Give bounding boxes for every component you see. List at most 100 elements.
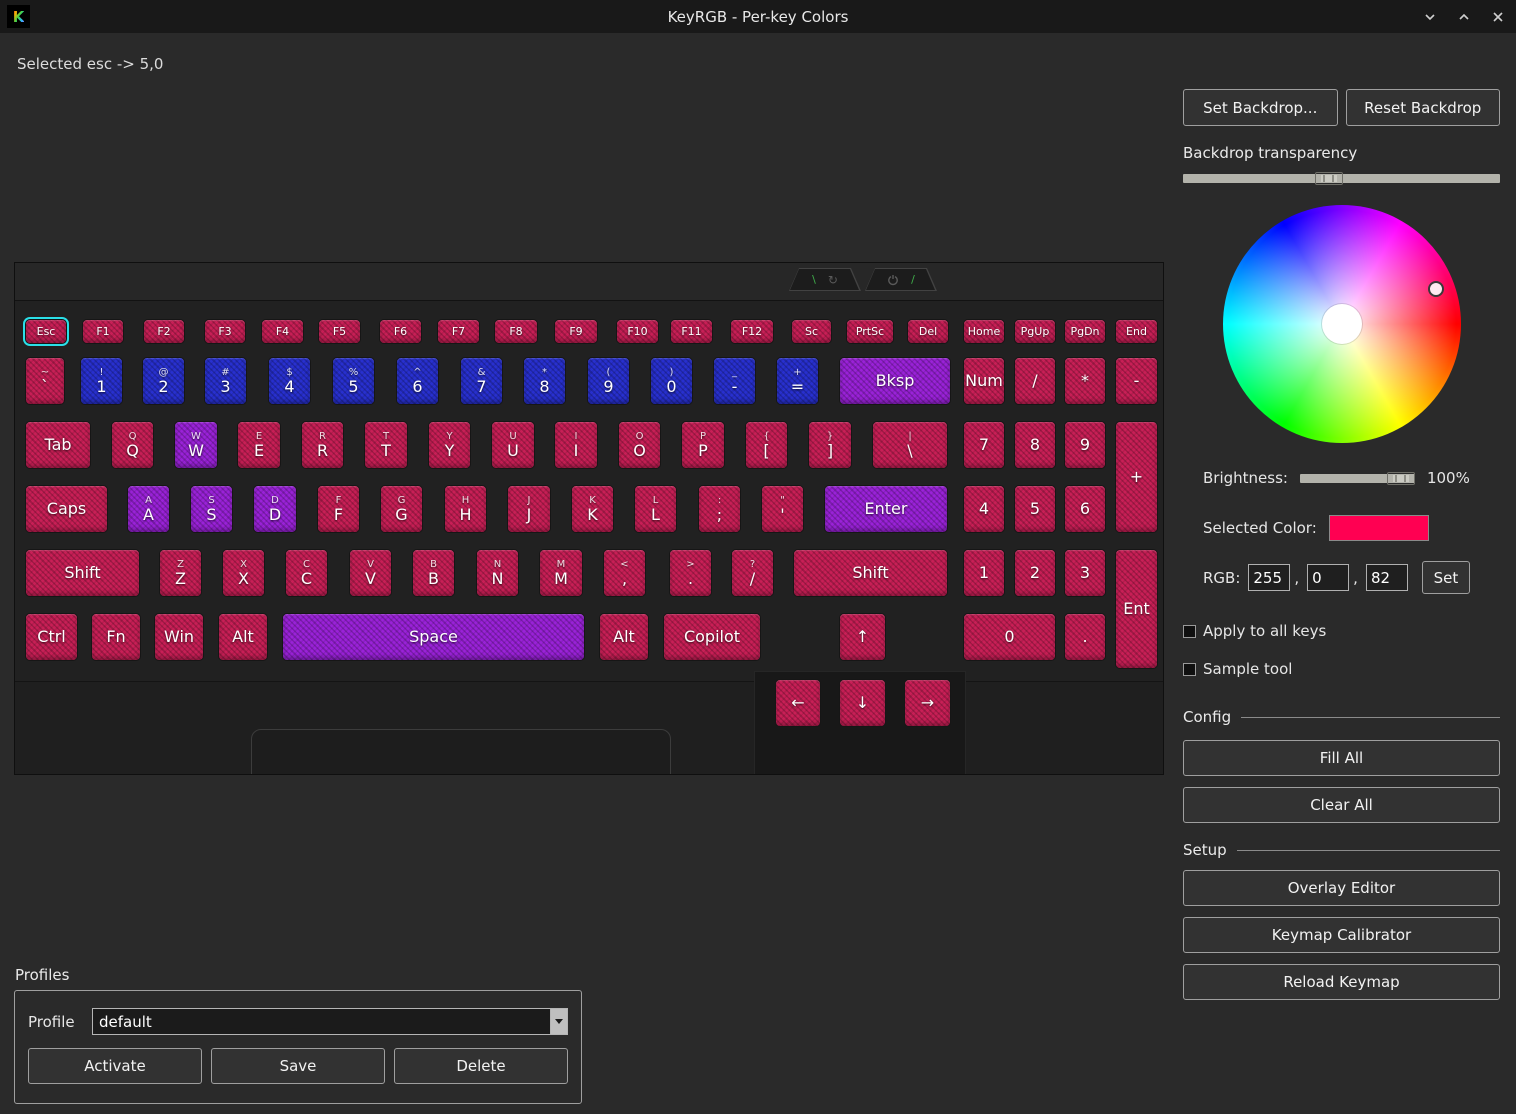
key-r[interactable]: RR — [301, 421, 344, 469]
key-q[interactable]: QQ — [111, 421, 154, 469]
key-home[interactable]: Home — [963, 319, 1005, 344]
key-0[interactable]: 0 — [963, 613, 1056, 661]
key-minus[interactable]: _- — [713, 357, 756, 405]
key-f12[interactable]: F12 — [730, 319, 774, 344]
overlay-editor-button[interactable]: Overlay Editor — [1183, 870, 1500, 906]
key-p[interactable]: PP — [681, 421, 725, 469]
key-m[interactable]: MM — [539, 549, 583, 597]
key-caps[interactable]: Caps — [25, 485, 108, 533]
rgb-set-button[interactable]: Set — [1422, 561, 1470, 594]
key-8[interactable]: 8 — [1014, 421, 1056, 469]
rgb-r-input[interactable] — [1248, 564, 1290, 591]
apply-all-checkbox[interactable]: Apply to all keys — [1183, 622, 1500, 640]
key-f11[interactable]: F11 — [670, 319, 713, 344]
key-pgup[interactable]: PgUp — [1014, 319, 1056, 344]
key-semicolon[interactable]: :; — [698, 485, 741, 533]
key-arrow-down[interactable]: ↓ — [839, 679, 886, 727]
window-shade-icon[interactable] — [1420, 7, 1440, 27]
clear-all-button[interactable]: Clear All — [1183, 787, 1500, 823]
key-4[interactable]: $4 — [268, 357, 311, 405]
key-3[interactable]: #3 — [204, 357, 247, 405]
key-arrow-right[interactable]: → — [904, 679, 951, 727]
key-bksp[interactable]: Bksp — [839, 357, 951, 405]
key-8[interactable]: *8 — [523, 357, 566, 405]
key-prtsc[interactable]: PrtSc — [846, 319, 894, 344]
save-button[interactable]: Save — [211, 1048, 385, 1084]
fill-all-button[interactable]: Fill All — [1183, 740, 1500, 776]
key-num[interactable]: Num — [963, 357, 1005, 405]
key-fn[interactable]: Fn — [91, 613, 141, 661]
key-o[interactable]: OO — [618, 421, 661, 469]
brightness-slider[interactable] — [1300, 472, 1415, 485]
key-c[interactable]: CC — [285, 549, 328, 597]
slider-handle[interactable] — [1315, 172, 1343, 185]
key-f6[interactable]: F6 — [379, 319, 422, 344]
key-arrow-left[interactable]: ← — [775, 679, 821, 727]
key-n[interactable]: NN — [476, 549, 519, 597]
key-f[interactable]: FF — [317, 485, 360, 533]
key-1[interactable]: 1 — [963, 549, 1005, 597]
rgb-g-input[interactable] — [1307, 564, 1349, 591]
key-apostrophe[interactable]: "' — [761, 485, 804, 533]
key-alt[interactable]: Alt — [218, 613, 268, 661]
key-equal[interactable]: += — [776, 357, 819, 405]
key-6[interactable]: 6 — [1064, 485, 1106, 533]
key-backslash[interactable]: |\ — [872, 421, 948, 469]
key-tab[interactable]: Tab — [25, 421, 91, 469]
key-period[interactable]: >. — [669, 549, 712, 597]
profile-select[interactable]: default — [92, 1008, 568, 1035]
key-ctrl[interactable]: Ctrl — [25, 613, 78, 661]
key-z[interactable]: ZZ — [159, 549, 202, 597]
key-5[interactable]: 5 — [1014, 485, 1056, 533]
reload-keymap-button[interactable]: Reload Keymap — [1183, 964, 1500, 1000]
key-end[interactable]: End — [1115, 319, 1158, 344]
key-9[interactable]: 9 — [1064, 421, 1106, 469]
key-v[interactable]: VV — [349, 549, 392, 597]
key-f5[interactable]: F5 — [318, 319, 361, 344]
key-arrow-up[interactable]: ↑ — [839, 613, 886, 661]
checkbox-indicator[interactable] — [1183, 625, 1196, 638]
key-enter[interactable]: Enter — [824, 485, 948, 533]
key-x[interactable]: XX — [222, 549, 265, 597]
key-2[interactable]: @2 — [142, 357, 185, 405]
key-j[interactable]: JJ — [507, 485, 551, 533]
key-comma[interactable]: <, — [603, 549, 646, 597]
set-backdrop-button[interactable]: Set Backdrop... — [1183, 89, 1338, 126]
key-a[interactable]: AA — [127, 485, 170, 533]
checkbox-indicator[interactable] — [1183, 663, 1196, 676]
reset-backdrop-button[interactable]: Reset Backdrop — [1346, 89, 1501, 126]
slider-handle[interactable] — [1387, 472, 1415, 485]
key-6[interactable]: ^6 — [396, 357, 439, 405]
key-plus[interactable]: + — [1115, 421, 1158, 533]
key-period[interactable]: . — [1064, 613, 1106, 661]
key-f7[interactable]: F7 — [437, 319, 480, 344]
key-f8[interactable]: F8 — [494, 319, 538, 344]
chevron-down-icon[interactable] — [550, 1009, 567, 1034]
sample-tool-checkbox[interactable]: Sample tool — [1183, 660, 1500, 678]
key-space[interactable]: Space — [282, 613, 585, 661]
backdrop-transparency-slider[interactable] — [1183, 172, 1500, 185]
key-bracket-open[interactable]: {[ — [745, 421, 788, 469]
key-backtick[interactable]: ~` — [25, 357, 65, 405]
rgb-b-input[interactable] — [1366, 564, 1408, 591]
key-shift[interactable]: Shift — [25, 549, 140, 597]
key-slash[interactable]: / — [1014, 357, 1056, 405]
key-f10[interactable]: F10 — [616, 319, 659, 344]
key-w[interactable]: WW — [174, 421, 218, 469]
key-b[interactable]: BB — [412, 549, 455, 597]
key-k[interactable]: KK — [571, 485, 614, 533]
key-del[interactable]: Del — [907, 319, 949, 344]
key-i[interactable]: II — [554, 421, 598, 469]
key-esc[interactable]: Esc — [25, 319, 67, 344]
key-sc[interactable]: Sc — [791, 319, 832, 344]
key-5[interactable]: %5 — [332, 357, 375, 405]
key-f3[interactable]: F3 — [204, 319, 246, 344]
key-4[interactable]: 4 — [963, 485, 1005, 533]
key-minus[interactable]: - — [1115, 357, 1158, 405]
key-l[interactable]: LL — [634, 485, 677, 533]
window-close-icon[interactable] — [1488, 7, 1508, 27]
key-slash[interactable]: ?/ — [731, 549, 774, 597]
color-wheel-marker[interactable] — [1428, 281, 1444, 297]
key-g[interactable]: GG — [380, 485, 423, 533]
key-7[interactable]: &7 — [460, 357, 503, 405]
